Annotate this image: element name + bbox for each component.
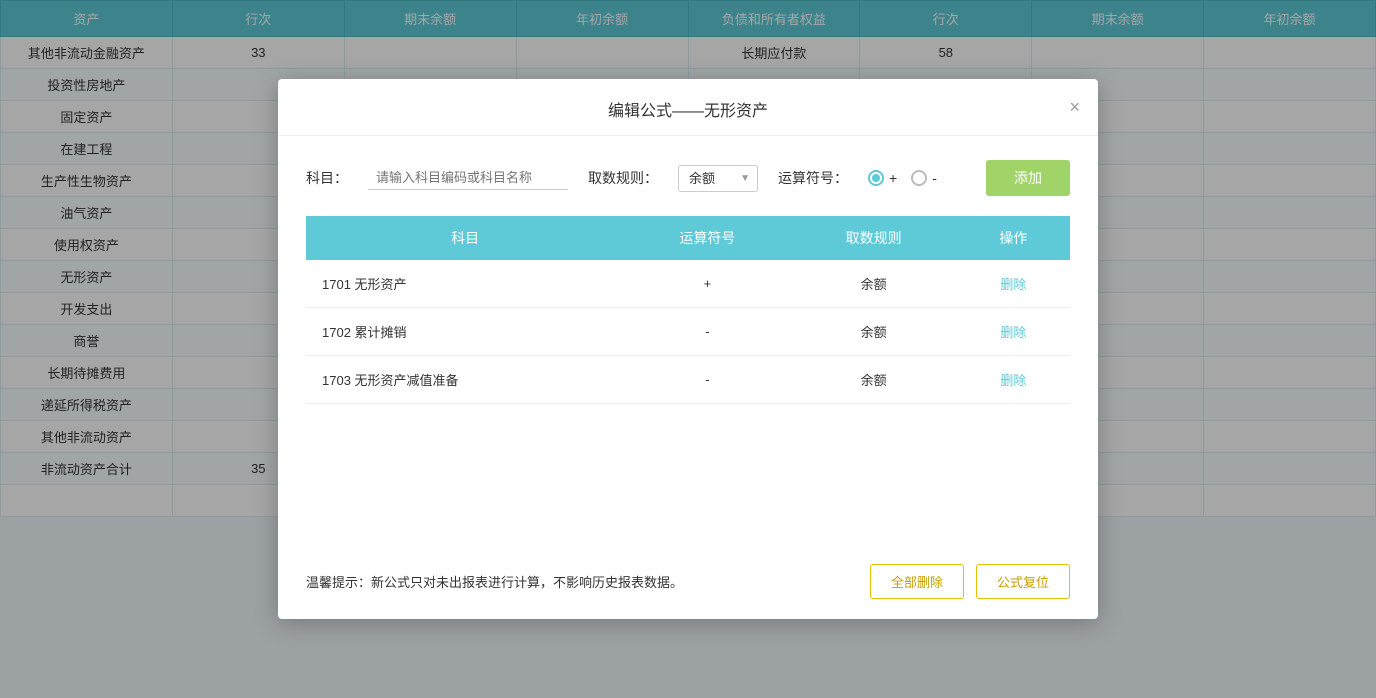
modal-title: 编辑公式——无形资产 xyxy=(608,103,768,120)
operator-minus-label: - xyxy=(932,170,937,186)
reset-formula-button[interactable]: 公式复位 xyxy=(976,564,1070,599)
formula-table-header: 运算符号 xyxy=(624,216,790,260)
operator-minus-item[interactable]: - xyxy=(911,170,937,186)
tip-content: 新公式只对未出报表进行计算，不影响历史报表数据。 xyxy=(371,575,683,590)
formula-table-body: 1701 无形资产+余额删除1702 累计摊销-余额删除1703 无形资产减值准… xyxy=(306,260,1070,404)
rule-select[interactable]: 余额借方贷方 xyxy=(678,165,758,192)
formula-rule: 余额 xyxy=(790,356,956,404)
footer-buttons: 全部删除 公式复位 xyxy=(870,564,1070,599)
table-row: 1701 无形资产+余额 删除 xyxy=(306,260,1070,308)
formula-table-head: 科目运算符号取数规则操作 xyxy=(306,216,1070,260)
form-row: 科目： 取数规则： 余额借方贷方 ▼ 运算符号： + - xyxy=(306,160,1070,196)
formula-table-header: 科目 xyxy=(306,216,624,260)
formula-subject: 1703 无形资产减值准备 xyxy=(306,356,624,404)
formula-table-header: 取数规则 xyxy=(790,216,956,260)
formula-table-header: 操作 xyxy=(957,216,1070,260)
operator-plus-item[interactable]: + xyxy=(868,170,897,186)
modal-header: 编辑公式——无形资产 × xyxy=(278,79,1098,136)
table-row: 1703 无形资产减值准备-余额 删除 xyxy=(306,356,1070,404)
operator-label: 运算符号： xyxy=(778,168,848,188)
formula-rule: 余额 xyxy=(790,308,956,356)
modal-close-button[interactable]: × xyxy=(1069,98,1080,116)
footer-tip: 温馨提示：新公式只对未出报表进行计算，不影响历史报表数据。 xyxy=(306,572,683,591)
delete-all-button[interactable]: 全部删除 xyxy=(870,564,964,599)
formula-action: 删除 xyxy=(957,356,1070,404)
rule-label: 取数规则： xyxy=(588,168,658,188)
formula-action: 删除 xyxy=(957,260,1070,308)
add-button[interactable]: 添加 xyxy=(986,160,1070,196)
subject-label: 科目： xyxy=(306,168,348,188)
formula-action: 删除 xyxy=(957,308,1070,356)
delete-row-button[interactable]: 删除 xyxy=(1000,322,1026,341)
formula-operator: + xyxy=(624,260,790,308)
modal-overlay: 编辑公式——无形资产 × 科目： 取数规则： 余额借方贷方 ▼ 运算符号： + xyxy=(0,0,1376,698)
subject-input[interactable] xyxy=(368,166,568,190)
table-row: 1702 累计摊销-余额 删除 xyxy=(306,308,1070,356)
modal-body: 科目： 取数规则： 余额借方贷方 ▼ 运算符号： + - xyxy=(278,136,1098,548)
operator-plus-label: + xyxy=(889,170,897,186)
operator-plus-radio[interactable] xyxy=(868,170,884,186)
formula-operator: - xyxy=(624,308,790,356)
formula-operator: - xyxy=(624,356,790,404)
tip-prefix: 温馨提示： xyxy=(306,575,371,590)
formula-subject: 1702 累计摊销 xyxy=(306,308,624,356)
formula-rule: 余额 xyxy=(790,260,956,308)
rule-select-wrap[interactable]: 余额借方贷方 ▼ xyxy=(678,165,758,192)
formula-subject: 1701 无形资产 xyxy=(306,260,624,308)
delete-row-button[interactable]: 删除 xyxy=(1000,274,1026,293)
operator-minus-radio[interactable] xyxy=(911,170,927,186)
formula-table: 科目运算符号取数规则操作 1701 无形资产+余额删除1702 累计摊销-余额删… xyxy=(306,216,1070,404)
delete-row-button[interactable]: 删除 xyxy=(1000,370,1026,389)
modal-dialog: 编辑公式——无形资产 × 科目： 取数规则： 余额借方贷方 ▼ 运算符号： + xyxy=(278,79,1098,619)
operator-radio-group: + - xyxy=(868,170,937,186)
modal-footer: 温馨提示：新公式只对未出报表进行计算，不影响历史报表数据。 全部删除 公式复位 xyxy=(278,548,1098,619)
